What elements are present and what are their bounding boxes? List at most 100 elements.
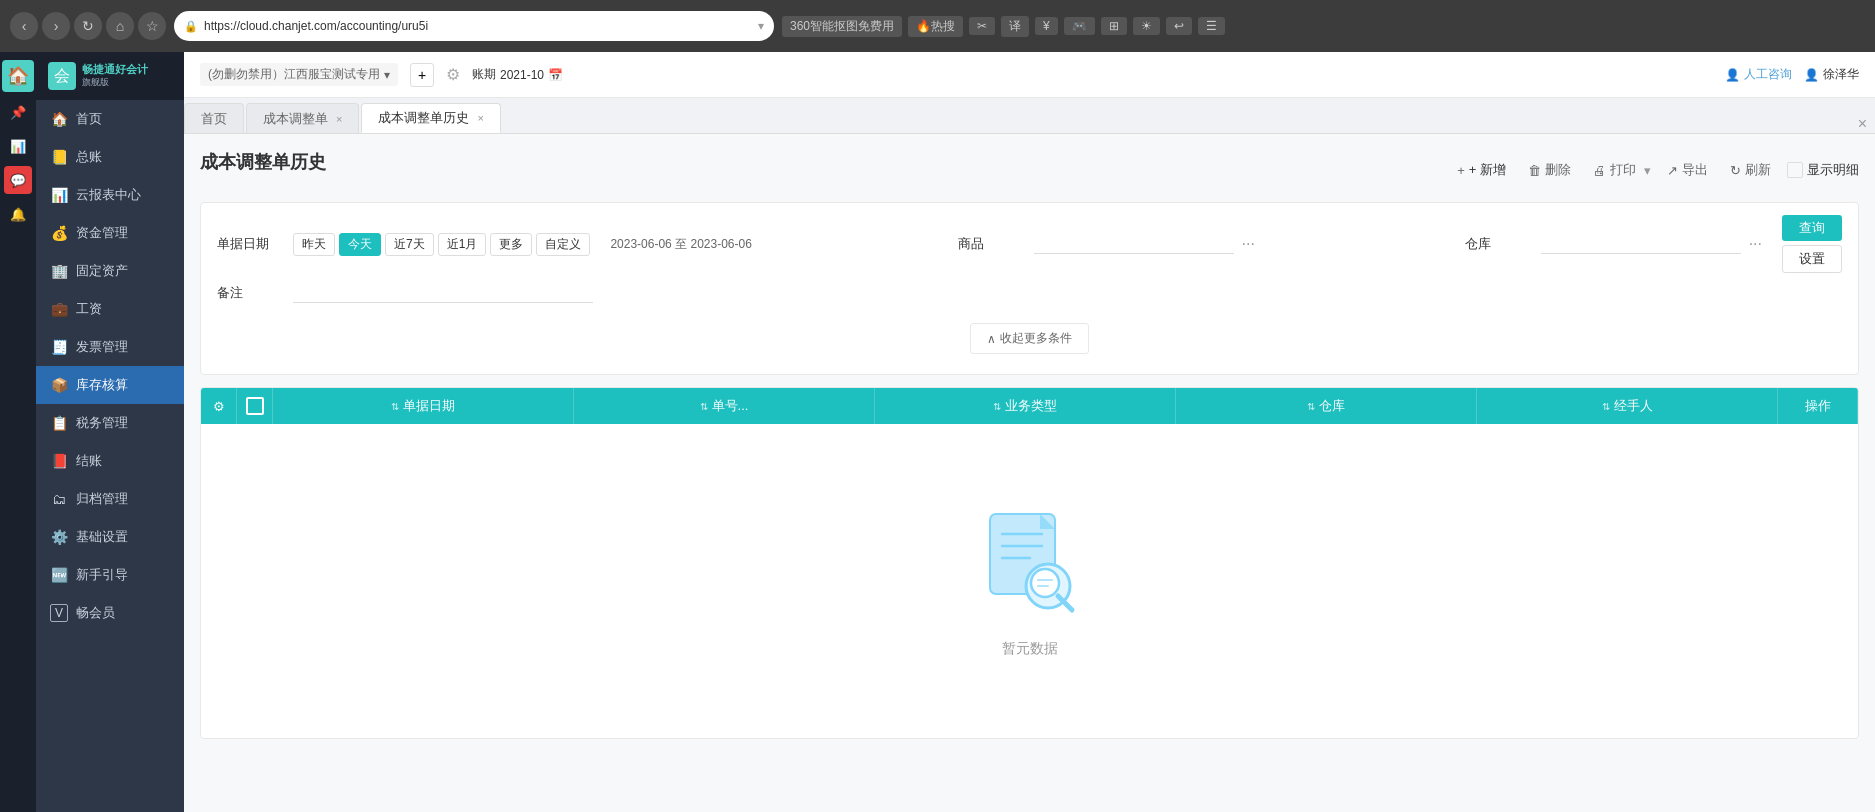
settings-dots[interactable]: ⚙: [446, 65, 460, 84]
translate-tool[interactable]: 译: [1001, 16, 1029, 37]
sidebar-item-tax[interactable]: 📋 税务管理: [36, 404, 184, 442]
scissors-tool[interactable]: ✂: [969, 17, 995, 35]
sidebar-item-inventory-label: 库存核算: [76, 376, 128, 394]
filter-action-buttons: 查询 设置: [1782, 215, 1842, 273]
tax-icon: 📋: [50, 415, 68, 431]
sidebar-item-settings-label: 基础设置: [76, 528, 128, 546]
new-button[interactable]: + + 新增: [1451, 159, 1512, 181]
tab-close-window[interactable]: ×: [1858, 115, 1875, 133]
left-bar-item-3[interactable]: 💬: [4, 166, 32, 194]
menu-tool[interactable]: ☰: [1198, 17, 1225, 35]
period-selector[interactable]: 账期 2021-10 📅: [472, 66, 563, 83]
game-tool[interactable]: 🎮: [1064, 17, 1095, 35]
sidebar-item-home[interactable]: 🏠 首页: [36, 100, 184, 138]
show-detail-toggle[interactable]: 显示明细: [1787, 161, 1859, 179]
last7-btn[interactable]: 近7天: [385, 233, 434, 256]
th-checkbox[interactable]: [237, 388, 273, 424]
refresh-button[interactable]: ↻: [74, 12, 102, 40]
theme-tool[interactable]: ☀: [1133, 17, 1160, 35]
sidebar-item-payroll[interactable]: 💼 工资: [36, 290, 184, 328]
back-button[interactable]: ‹: [10, 12, 38, 40]
th-warehouse[interactable]: ⇅ 仓库: [1176, 388, 1477, 424]
user-profile[interactable]: 👤 徐泽华: [1804, 66, 1859, 83]
date-separator: 至: [675, 237, 690, 251]
sidebar-item-member[interactable]: V 畅会员: [36, 594, 184, 632]
sidebar-item-fixed-assets[interactable]: 🏢 固定资产: [36, 252, 184, 290]
yesterday-btn[interactable]: 昨天: [293, 233, 335, 256]
search-tool[interactable]: 360智能抠图免费用: [782, 16, 902, 37]
query-button[interactable]: 查询: [1782, 215, 1842, 241]
filter-row-2: 备注: [217, 283, 1842, 303]
calendar-icon: 📅: [548, 68, 563, 82]
refresh-icon: ↻: [1730, 163, 1741, 178]
th-gear[interactable]: ⚙: [201, 388, 237, 424]
left-bar-item-1[interactable]: 📌: [4, 98, 32, 126]
fixed-assets-icon: 🏢: [50, 263, 68, 279]
show-detail-label: 显示明细: [1807, 161, 1859, 179]
new-label: + 新增: [1469, 161, 1506, 179]
refresh-button[interactable]: ↻ 刷新: [1724, 159, 1777, 181]
custom-date-btn[interactable]: 自定义: [536, 233, 590, 256]
tab-home[interactable]: 首页: [184, 103, 244, 133]
tab-cost-adjust-history-close[interactable]: ×: [477, 112, 483, 124]
hot-search[interactable]: 🔥热搜: [908, 16, 963, 37]
sidebar-item-inventory[interactable]: 📦 库存核算: [36, 366, 184, 404]
print-dropdown-icon[interactable]: ▾: [1644, 163, 1651, 178]
th-bill-no[interactable]: ⇅ 单号...: [574, 388, 875, 424]
collapse-button[interactable]: ∧ 收起更多条件: [970, 323, 1089, 354]
th-date[interactable]: ⇅ 单据日期: [273, 388, 574, 424]
sidebar-item-funds[interactable]: 💰 资金管理: [36, 214, 184, 252]
close-period-icon: 📕: [50, 453, 68, 469]
company-selector[interactable]: (勿删勿禁用）江西服宝测试专用 ▾: [200, 63, 398, 86]
left-bar-item-2[interactable]: 📊: [4, 132, 32, 160]
more-date-btn[interactable]: 更多: [490, 233, 532, 256]
logo-sub-text: 旗舰版: [82, 76, 148, 89]
user-service-button[interactable]: 👤 人工咨询: [1725, 66, 1792, 83]
wallet-tool[interactable]: ¥: [1035, 17, 1058, 35]
filter-settings-button[interactable]: 设置: [1782, 245, 1842, 273]
remark-filter-input[interactable]: [293, 283, 593, 303]
product-filter-input[interactable]: [1034, 234, 1234, 254]
sidebar-item-guide[interactable]: 🆕 新手引导: [36, 556, 184, 594]
warehouse-filter-input[interactable]: [1541, 234, 1741, 254]
show-detail-checkbox[interactable]: [1787, 162, 1803, 178]
product-ellipsis-btn[interactable]: ···: [1238, 235, 1259, 253]
sidebar-item-archive[interactable]: 🗂 归档管理: [36, 480, 184, 518]
address-bar[interactable]: 🔒 https://cloud.chanjet.com/accounting/u…: [174, 11, 774, 41]
sidebar-item-settings[interactable]: ⚙️ 基础设置: [36, 518, 184, 556]
tab-cost-adjust-close[interactable]: ×: [336, 113, 342, 125]
left-icon-bar: 🏠 📌 📊 💬 🔔: [0, 52, 36, 812]
sidebar: 会 畅捷通好会计 旗舰版 🏠 首页 📒 总账 📊 云报表中心 💰 资金管理: [36, 52, 184, 812]
browser-nav-buttons: ‹ › ↻ ⌂ ☆: [10, 12, 166, 40]
today-btn[interactable]: 今天: [339, 233, 381, 256]
grid-tool[interactable]: ⊞: [1101, 17, 1127, 35]
th-biz-type[interactable]: ⇅ 业务类型: [875, 388, 1176, 424]
star-button[interactable]: ☆: [138, 12, 166, 40]
th-biz-type-sort-icon: ⇅: [993, 401, 1001, 412]
add-tab-button[interactable]: +: [410, 63, 434, 87]
tab-cost-adjust-history[interactable]: 成本调整单历史 ×: [361, 103, 500, 133]
last-month-btn[interactable]: 近1月: [438, 233, 487, 256]
sidebar-item-invoice[interactable]: 🧾 发票管理: [36, 328, 184, 366]
sidebar-item-reports[interactable]: 📊 云报表中心: [36, 176, 184, 214]
sidebar-item-ledger[interactable]: 📒 总账: [36, 138, 184, 176]
print-button[interactable]: 🖨 打印: [1587, 159, 1642, 181]
select-all-checkbox[interactable]: [246, 397, 264, 415]
sidebar-item-reports-label: 云报表中心: [76, 186, 141, 204]
left-bar-item-4[interactable]: 🔔: [4, 200, 32, 228]
new-icon: +: [1457, 163, 1465, 178]
export-button[interactable]: ↗ 导出: [1661, 159, 1714, 181]
tab-cost-adjust[interactable]: 成本调整单 ×: [246, 103, 359, 133]
warehouse-ellipsis-btn[interactable]: ···: [1745, 235, 1766, 253]
home-button[interactable]: ⌂: [106, 12, 134, 40]
sidebar-item-guide-label: 新手引导: [76, 566, 128, 584]
sidebar-item-close[interactable]: 📕 结账: [36, 442, 184, 480]
app-logo-icon[interactable]: 🏠: [2, 60, 34, 92]
th-handler[interactable]: ⇅ 经手人: [1477, 388, 1778, 424]
tab-cost-adjust-label: 成本调整单: [263, 110, 328, 128]
sidebar-logo[interactable]: 会 畅捷通好会计 旗舰版: [36, 52, 184, 100]
refresh-label: 刷新: [1745, 161, 1771, 179]
delete-button[interactable]: 🗑 删除: [1522, 159, 1577, 181]
forward-button[interactable]: ›: [42, 12, 70, 40]
undo-tool[interactable]: ↩: [1166, 17, 1192, 35]
